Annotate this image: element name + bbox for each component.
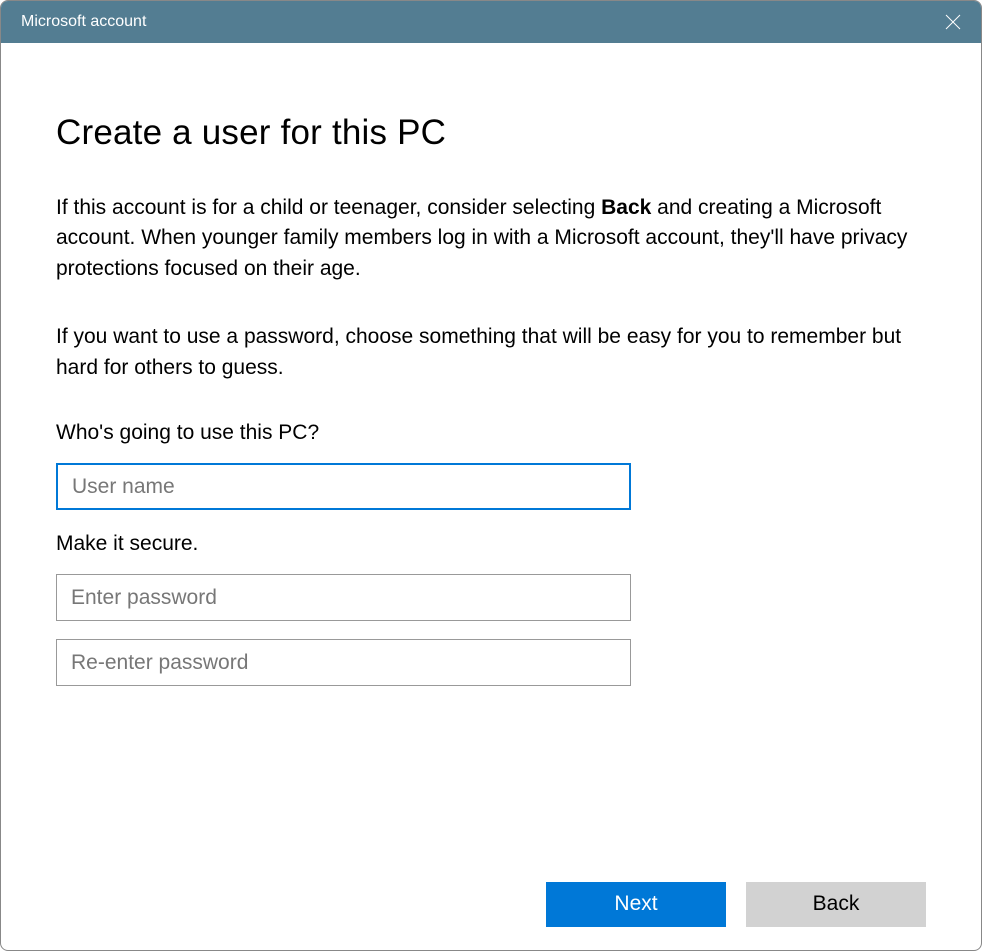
back-button[interactable]: Back [746,882,926,927]
username-input[interactable] [56,463,631,510]
footer: Next Back [1,858,981,950]
password-confirm-input[interactable] [56,639,631,686]
intro-paragraph-2: If you want to use a password, choose so… [56,322,926,383]
dialog-window: Microsoft account Create a user for this… [0,0,982,951]
titlebar: Microsoft account [1,1,981,43]
content-area: Create a user for this PC If this accoun… [1,43,981,858]
password-label: Make it secure. [56,532,926,556]
password-input[interactable] [56,574,631,621]
intro-paragraph-1-pre: If this account is for a child or teenag… [56,196,601,219]
password-group: Make it secure. [56,532,926,686]
intro-paragraph-1: If this account is for a child or teenag… [56,193,926,284]
username-group: Who's going to use this PC? [56,421,926,510]
next-button[interactable]: Next [546,882,726,927]
close-button[interactable] [925,1,981,43]
username-label: Who's going to use this PC? [56,421,926,445]
close-icon [945,14,961,30]
page-heading: Create a user for this PC [56,113,926,153]
intro-paragraph-1-bold: Back [601,196,651,219]
window-title: Microsoft account [21,13,146,31]
